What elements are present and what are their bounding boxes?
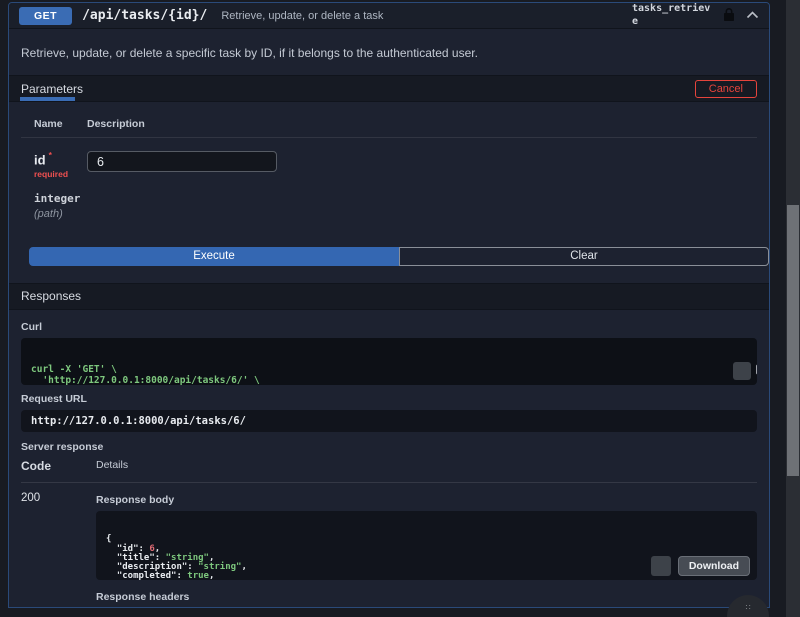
parameter-name-cell: id * required integer (path) [34,150,87,220]
collapse-button[interactable] [746,8,759,23]
column-details: Details [96,458,129,471]
download-button[interactable]: Download [677,555,750,576]
page-scrollbar[interactable] [786,0,800,617]
parameters-section-bar: Parameters Cancel [9,75,769,102]
auth-lock-button[interactable] [722,7,736,25]
response-body-actions: Download [650,555,750,576]
parameter-value-cell [87,150,277,220]
http-method-badge: GET [19,6,73,25]
parameters-table: Name Description id * required integer (p… [9,102,769,230]
operation-block: GET /api/tasks/{id}/ Retrieve, update, o… [8,2,770,608]
endpoint-path: /api/tasks/{id}/ [82,8,208,23]
curl-command-block: curl -X 'GET' \ 'http://127.0.0.1:8000/a… [21,337,757,385]
tab-parameters[interactable]: Parameters [21,82,83,96]
chevron-up-icon [746,8,759,23]
parameter-type: integer [34,191,81,205]
responses-title: Responses [21,289,82,304]
clear-button[interactable]: Clear [399,246,769,266]
server-response-row: 200 Response body { "id": 6, "title": "s… [21,483,757,607]
column-description: Description [87,118,145,130]
parameter-name: id [34,152,46,168]
column-code: Code [21,458,51,473]
grip-dots-icon: ∷ [745,603,751,612]
execute-button[interactable]: Execute [29,246,399,266]
endpoint-summary: Retrieve, update, or delete a task [221,9,384,22]
operation-description: Retrieve, update, or delete a specific t… [21,46,478,60]
response-headers-label: Response headers [96,590,190,603]
status-code: 200 [21,491,41,504]
server-response-header: Code Details [21,459,757,483]
clipboard-icon [718,348,757,385]
lock-icon [722,7,736,25]
responses-body: Curl curl -X 'GET' \ 'http://127.0.0.1:8… [9,310,769,607]
parameter-row: id * required integer (path) [21,138,757,230]
id-parameter-input[interactable] [87,151,277,172]
active-tab-underline [20,97,75,101]
copy-curl-button[interactable] [733,361,757,380]
scrollbar-thumb[interactable] [787,205,799,476]
responses-section-bar: Responses [9,282,769,310]
response-body-label: Response body [96,493,175,506]
column-name: Name [34,118,63,130]
curl-label: Curl [21,320,42,333]
copy-response-button[interactable] [650,555,695,576]
parameter-location: (path) [34,207,63,220]
response-details: Response body { "id": 6, "title": "strin… [96,492,757,607]
request-url-value: http://127.0.0.1:8000/api/tasks/6/ [21,409,757,432]
execute-row: Execute Clear [29,246,769,266]
request-url-label: Request URL [21,392,87,405]
parameters-table-header: Name Description [21,114,757,138]
operation-id: tasks_retrieve [632,3,711,27]
operation-header[interactable]: GET /api/tasks/{id}/ Retrieve, update, o… [9,3,769,29]
response-body-block: { "id": 6, "title": "string", "descripti… [96,510,757,580]
cancel-button[interactable]: Cancel [694,79,757,98]
server-response-label: Server response [21,440,104,453]
